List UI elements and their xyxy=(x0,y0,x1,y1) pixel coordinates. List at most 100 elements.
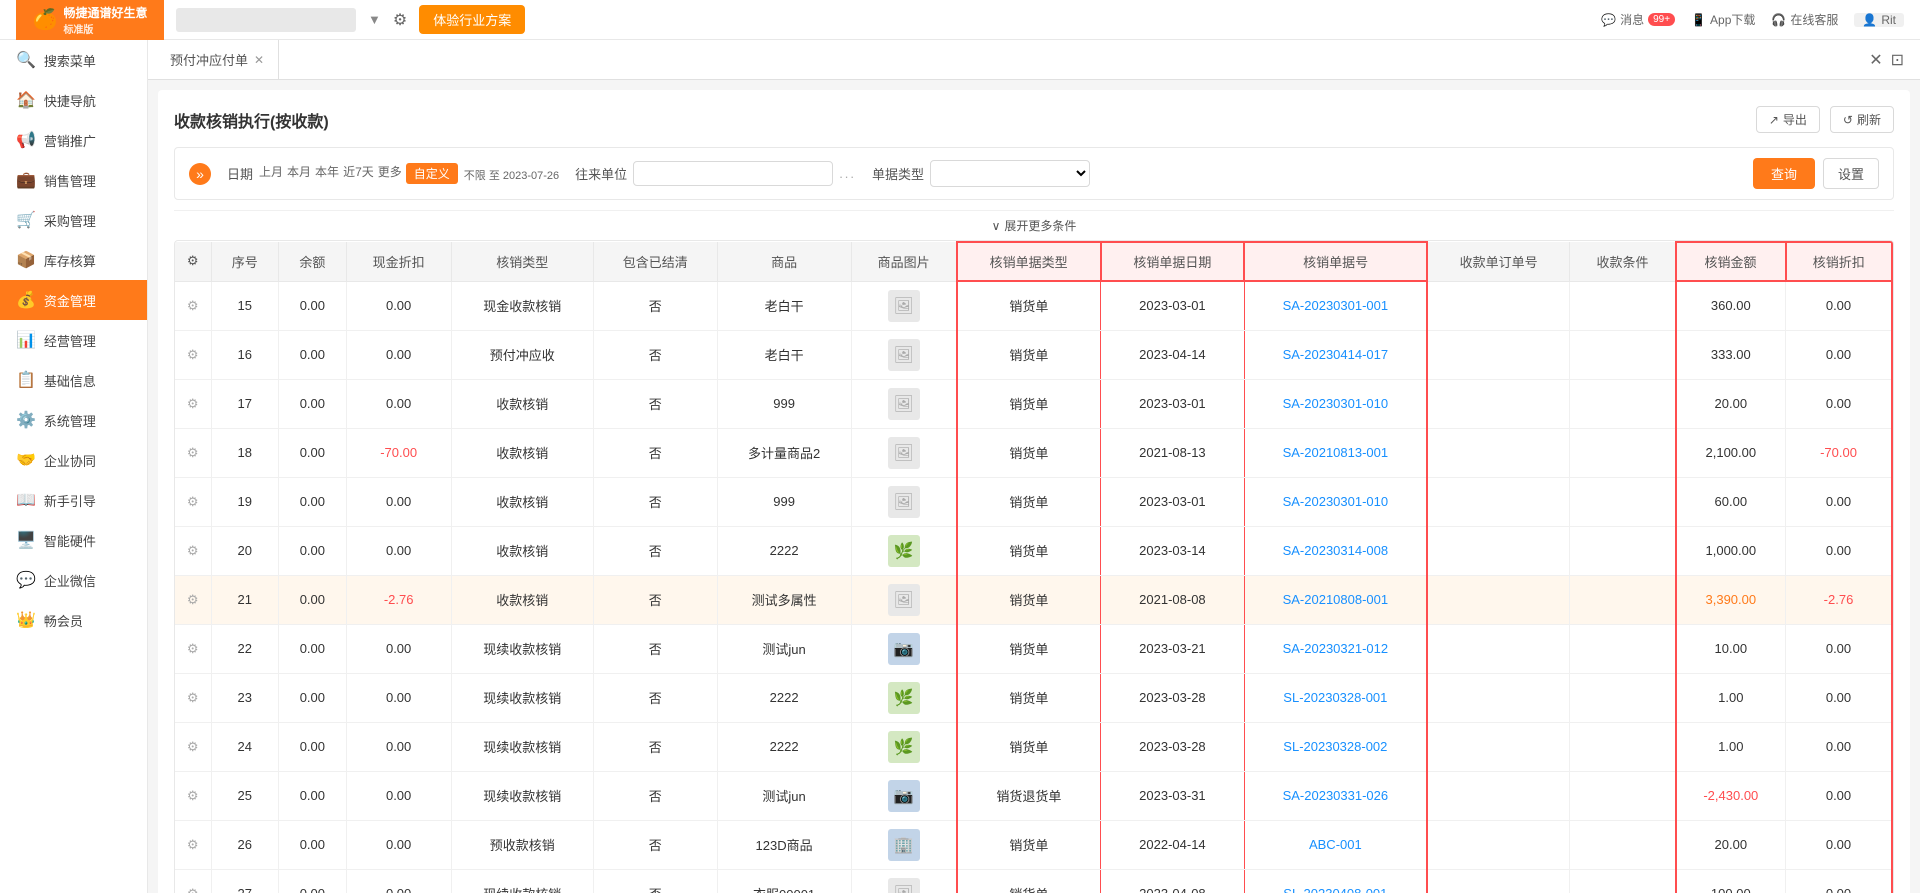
sidebar-item-inventory[interactable]: 📦库存核算 xyxy=(0,240,147,280)
cell-settings[interactable]: ⚙ xyxy=(175,771,211,820)
cell-settings[interactable]: ⚙ xyxy=(175,477,211,526)
cell-goods-img: 🌿 xyxy=(851,722,957,771)
date-7days[interactable]: 近7天 xyxy=(343,163,374,184)
cancel-no-link[interactable]: ABC-001 xyxy=(1309,837,1362,852)
guide-icon: 📖 xyxy=(16,490,36,510)
cell-cancel-type: 现续收款核销 xyxy=(451,771,593,820)
date-prev-month[interactable]: 上月 xyxy=(259,163,283,184)
cancel-no-link[interactable]: SA-20230301-010 xyxy=(1283,494,1389,509)
sidebar-item-system[interactable]: ⚙️系统管理 xyxy=(0,400,147,440)
cancel-no-link[interactable]: SL-20230328-001 xyxy=(1283,690,1387,705)
tab-close-window-btn[interactable]: ✕ xyxy=(1869,50,1882,70)
tab-maximize-btn[interactable]: ⊡ xyxy=(1891,50,1904,70)
th-settings[interactable]: ⚙ xyxy=(175,242,211,281)
trial-btn[interactable]: 体验行业方案 xyxy=(419,5,525,34)
msg-btn[interactable]: 💬 消息 99+ xyxy=(1601,11,1675,28)
cell-goods-img: 🖼 xyxy=(851,428,957,477)
cell-cancel-discount: 0.00 xyxy=(1786,281,1893,330)
cell-cancel-amount: 333.00 xyxy=(1676,330,1786,379)
sidebar-item-purchase[interactable]: 🛒采购管理 xyxy=(0,200,147,240)
th-cash-discount: 现金折扣 xyxy=(346,242,451,281)
wechat-icon: 💬 xyxy=(16,570,36,590)
cancel-no-link[interactable]: SA-20230301-001 xyxy=(1283,298,1389,313)
cell-settings[interactable]: ⚙ xyxy=(175,379,211,428)
sidebar-item-label: 企业微信 xyxy=(44,571,96,590)
cell-settings[interactable]: ⚙ xyxy=(175,281,211,330)
voucher-type-label: 单据类型 xyxy=(872,164,924,183)
cell-settings[interactable]: ⚙ xyxy=(175,673,211,722)
cell-settings[interactable]: ⚙ xyxy=(175,526,211,575)
query-btn[interactable]: 查询 xyxy=(1753,158,1815,189)
date-this-year[interactable]: 本年 xyxy=(315,163,339,184)
cancel-no-link[interactable]: SL-20230328-002 xyxy=(1283,739,1387,754)
cancel-no-link[interactable]: SA-20230331-026 xyxy=(1283,788,1389,803)
sidebar-item-member[interactable]: 👑畅会员 xyxy=(0,600,147,640)
app-download-btn[interactable]: 📱 App下载 xyxy=(1691,11,1755,28)
filter-voucher-group: 单据类型 xyxy=(872,160,1090,187)
inventory-icon: 📦 xyxy=(16,250,36,270)
sidebar-item-sales[interactable]: 💼销售管理 xyxy=(0,160,147,200)
cell-receipt-condition xyxy=(1570,379,1676,428)
data-table: ⚙ 序号 余额 现金折扣 核销类型 包含已结清 商品 商品图片 核销单据类型 核… xyxy=(175,241,1893,893)
cell-goods-img: 🌿 xyxy=(851,673,957,722)
user-avatar[interactable]: 👤 Rit xyxy=(1854,13,1904,27)
marketing-icon: 📢 xyxy=(16,130,36,150)
tab-prepay[interactable]: 预付冲应付单✕ xyxy=(156,40,279,80)
refresh-btn[interactable]: ↺ 刷新 xyxy=(1830,106,1894,133)
cell-balance: 0.00 xyxy=(279,477,347,526)
date-custom-btn[interactable]: 自定义 xyxy=(406,163,458,184)
sidebar-item-fund[interactable]: 💰资金管理 xyxy=(0,280,147,320)
export-btn[interactable]: ↗ 导出 xyxy=(1756,106,1820,133)
cell-balance: 0.00 xyxy=(279,575,347,624)
cell-settings[interactable]: ⚙ xyxy=(175,428,211,477)
date-more[interactable]: 更多 xyxy=(378,163,402,184)
chevron-down-icon[interactable]: ▼ xyxy=(368,12,381,27)
cell-balance: 0.00 xyxy=(279,330,347,379)
cell-receipt-order-no xyxy=(1427,330,1570,379)
cell-cancel-no: SA-20230301-010 xyxy=(1244,379,1427,428)
cancel-no-link[interactable]: SA-20230414-017 xyxy=(1283,347,1389,362)
cancel-no-link[interactable]: SA-20210813-001 xyxy=(1283,445,1389,460)
cell-settings[interactable]: ⚙ xyxy=(175,869,211,893)
sidebar-item-guide[interactable]: 📖新手引导 xyxy=(0,480,147,520)
sidebar-item-operation[interactable]: 📊经营管理 xyxy=(0,320,147,360)
cell-settings[interactable]: ⚙ xyxy=(175,820,211,869)
sidebar-item-enterprise[interactable]: 🤝企业协同 xyxy=(0,440,147,480)
refresh-icon: ↺ xyxy=(1843,113,1853,127)
cancel-no-link[interactable]: SA-20230314-008 xyxy=(1283,543,1389,558)
online-service-btn[interactable]: 🎧 在线客服 xyxy=(1771,11,1838,28)
cell-settings[interactable]: ⚙ xyxy=(175,722,211,771)
fund-icon: 💰 xyxy=(16,290,36,310)
sidebar-item-quick-nav[interactable]: 🏠快捷导航 xyxy=(0,80,147,120)
table-row: ⚙ 26 0.00 0.00 预收款核销 否 123D商品 🏢 销货单 2022… xyxy=(175,820,1892,869)
cell-cancel-voucher-type: 销货单 xyxy=(957,330,1101,379)
cancel-no-link[interactable]: SA-20230321-012 xyxy=(1283,641,1389,656)
sidebar-item-search-menu[interactable]: 🔍搜索菜单 xyxy=(0,40,147,80)
date-this-month[interactable]: 本月 xyxy=(287,163,311,184)
cell-cash-discount: 0.00 xyxy=(346,281,451,330)
gear-icon[interactable]: ⚙ xyxy=(393,10,407,30)
cancel-no-link[interactable]: SL-20230408-001 xyxy=(1283,886,1387,893)
sidebar-item-hardware[interactable]: 🖥️智能硬件 xyxy=(0,520,147,560)
cell-cancel-date: 2023-03-01 xyxy=(1101,281,1245,330)
table-row: ⚙ 19 0.00 0.00 收款核销 否 999 🖼 销货单 2023-03-… xyxy=(175,477,1892,526)
sidebar-item-marketing[interactable]: 📢营销推广 xyxy=(0,120,147,160)
expand-more-bar[interactable]: ∨ 展开更多条件 xyxy=(174,210,1894,240)
voucher-type-select[interactable] xyxy=(930,160,1090,187)
filter-expand-btn[interactable]: » xyxy=(189,163,211,185)
cell-cancel-type: 现续收款核销 xyxy=(451,722,593,771)
sidebar-item-base-info[interactable]: 📋基础信息 xyxy=(0,360,147,400)
goods-img: 🌿 xyxy=(888,535,920,567)
partner-input[interactable] xyxy=(633,161,833,186)
cell-settings[interactable]: ⚙ xyxy=(175,330,211,379)
cell-settings[interactable]: ⚙ xyxy=(175,575,211,624)
partner-label: 往来单位 xyxy=(575,164,627,183)
sidebar-item-wechat[interactable]: 💬 企业微信 xyxy=(0,560,147,600)
cell-settings[interactable]: ⚙ xyxy=(175,624,211,673)
cancel-no-link[interactable]: SA-20210808-001 xyxy=(1283,592,1389,607)
cancel-no-link[interactable]: SA-20230301-010 xyxy=(1283,396,1389,411)
company-selector[interactable] xyxy=(176,8,356,32)
tab-close-prepay[interactable]: ✕ xyxy=(254,53,264,67)
cell-balance: 0.00 xyxy=(279,379,347,428)
filter-settings-btn[interactable]: 设置 xyxy=(1823,158,1879,189)
